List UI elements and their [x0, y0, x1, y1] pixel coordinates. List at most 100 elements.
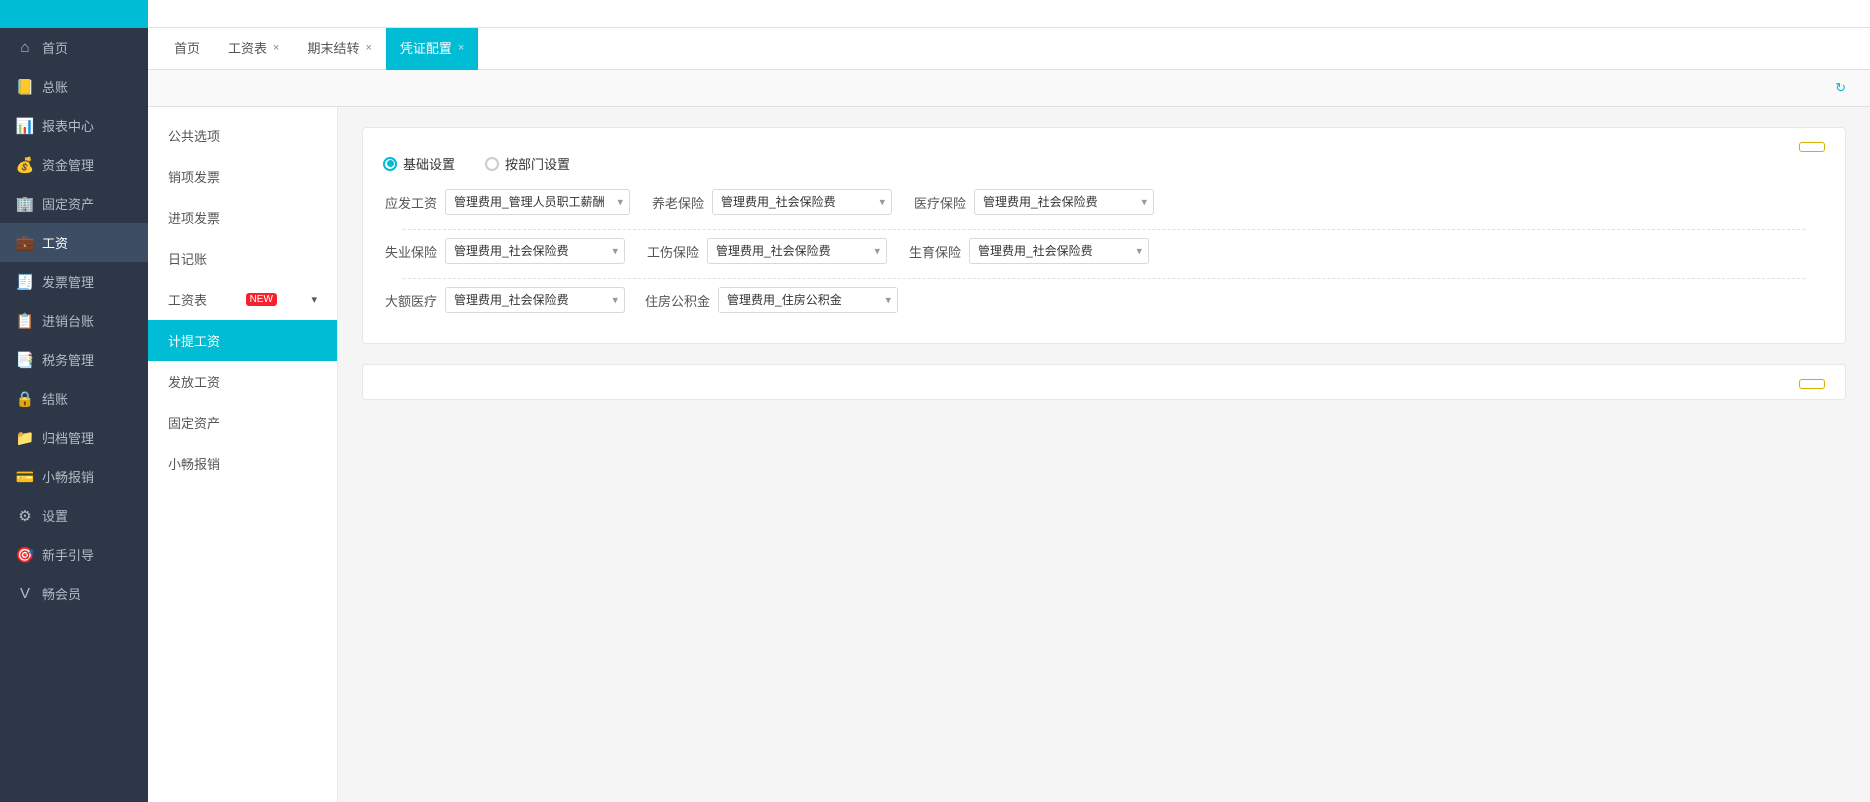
sidebar-item-purchase-sales[interactable]: 📋进销台账 — [0, 301, 148, 340]
tab-label-period-closing: 期末结转 — [307, 38, 359, 57]
sidebar-item-archive-mgmt[interactable]: 📁归档管理 — [0, 418, 148, 457]
select-wrapper-0-1: 管理费用_社会保险费 — [712, 189, 892, 215]
tax-mgmt-icon: 📑 — [16, 351, 34, 369]
form-select-0-1[interactable]: 管理费用_社会保险费 — [712, 189, 892, 215]
radio-circle-dept — [485, 157, 499, 171]
fixed-assets-icon: 🏢 — [16, 195, 34, 213]
sidebar-item-reports[interactable]: 📊报表中心 — [0, 106, 148, 145]
left-menu-label-journal: 日记账 — [168, 249, 207, 268]
tab-close-voucher-config[interactable]: × — [458, 42, 464, 54]
form-select-2-1[interactable]: 管理费用_住房公积金 — [718, 287, 898, 313]
content-area: 公共选项销项发票进项发票日记账工资表NEW▾ 计提工资发放工资固定资产小畅报销 基… — [148, 107, 1870, 802]
sidebar-item-home[interactable]: ⌂ 首页 — [0, 28, 148, 67]
closing-icon: 🔒 — [16, 390, 34, 408]
sidebar-item-invoice-mgmt[interactable]: 🧾发票管理 — [0, 262, 148, 301]
sidebar-item-xiaochang-expense[interactable]: 💳 小畅报销 — [0, 457, 148, 496]
tab-close-salary-table[interactable]: × — [273, 42, 279, 54]
sidebar-item-fixed-assets[interactable]: 🏢固定资产 — [0, 184, 148, 223]
sidebar-label-archive-mgmt: 归档管理 — [42, 428, 94, 447]
credit-section — [362, 364, 1846, 400]
radio-circle-basic — [383, 157, 397, 171]
sidebar-label-guide: 新手引导 — [42, 545, 94, 564]
sidebar-label-tax-mgmt: 税务管理 — [42, 350, 94, 369]
sidebar-item-guide[interactable]: 🎯新手引导 — [0, 535, 148, 574]
radio-option-basic[interactable]: 基础设置 — [383, 154, 455, 173]
sidebar-label-home: 首页 — [42, 38, 68, 57]
select-wrapper-2-0: 管理费用_社会保险费 — [445, 287, 625, 313]
sidebar-item-tax-mgmt[interactable]: 📑 税务管理 — [0, 340, 148, 379]
radio-option-dept[interactable]: 按部门设置 — [485, 154, 570, 173]
left-menu-item-salary-table[interactable]: 工资表NEW▾ — [148, 279, 337, 320]
settings-icon: ⚙ — [16, 507, 34, 525]
sidebar-item-closing[interactable]: 🔒结账 — [0, 379, 148, 418]
left-menu-item-fixed-assets-sub[interactable]: 固定资产 — [148, 402, 337, 443]
debit-form-rows: 应发工资 管理费用_管理人员职工薪酬 养老保险 管理费用_社会保险费 医疗保险 … — [363, 189, 1845, 343]
debit-section-top — [363, 128, 1845, 154]
sidebar-nav: ⌂ 首页 📒总账📊报表中心 💰 资金管理 🏢固定资产 💼 工资 🧾发票管理📋进销台账 📑 税务管理 🔒… — [0, 28, 148, 802]
select-wrapper-2-1: 管理费用_住房公积金 — [718, 287, 898, 313]
radio-label-basic: 基础设置 — [403, 154, 455, 173]
form-select-0-2[interactable]: 管理费用_社会保险费 — [974, 189, 1154, 215]
left-menu-item-accrual-salary[interactable]: 计提工资 — [148, 320, 337, 361]
left-menu-item-public-options[interactable]: 公共选项 — [148, 115, 337, 156]
sidebar-label-purchase-sales: 进销台账 — [42, 311, 94, 330]
left-menu: 公共选项销项发票进项发票日记账工资表NEW▾ 计提工资发放工资固定资产小畅报销 — [148, 107, 338, 802]
form-label-2-0: 大额医疗 — [383, 291, 437, 310]
sidebar-item-general-ledger[interactable]: 📒总账 — [0, 67, 148, 106]
radio-label-dept: 按部门设置 — [505, 154, 570, 173]
sidebar-label-payroll: 工资 — [42, 233, 68, 252]
left-menu-item-journal[interactable]: 日记账 — [148, 238, 337, 279]
arrow-salary-table: ▾ — [311, 293, 317, 306]
left-menu-item-xiaochang-expense-sub[interactable]: 小畅报销 — [148, 443, 337, 484]
reports-icon: 📊 — [16, 117, 34, 135]
sidebar-label-xiaochang-expense: 小畅报销 — [42, 467, 94, 486]
sidebar-item-payroll[interactable]: 💼 工资 — [0, 223, 148, 262]
debit-section: 基础设置 按部门设置 应发工资 管理费用_管理人员职工薪酬 养老保险 管理费用_社… — [362, 127, 1846, 344]
left-menu-label-sales-invoice: 销项发票 — [168, 167, 220, 186]
left-menu-item-sales-invoice[interactable]: 销项发票 — [148, 156, 337, 197]
sidebar-item-member[interactable]: V畅会员 — [0, 574, 148, 613]
form-label-1-0: 失业保险 — [383, 242, 437, 261]
funds-icon: 💰 — [16, 156, 34, 174]
left-menu-item-purchase-invoice[interactable]: 进项发票 — [148, 197, 337, 238]
left-menu-label-salary-table: 工资表 — [168, 290, 207, 309]
tab-label-salary-table: 工资表 — [228, 38, 267, 57]
sidebar-label-member: 畅会员 — [42, 584, 81, 603]
tab-salary-table[interactable]: 工资表 × — [214, 28, 293, 70]
sidebar-item-funds[interactable]: 💰 资金管理 — [0, 145, 148, 184]
tab-home[interactable]: 首页 — [160, 28, 214, 70]
divider-1 — [403, 278, 1805, 279]
tab-label-voucher-config: 凭证配置 — [400, 38, 452, 57]
home-icon: ⌂ — [16, 39, 34, 57]
sidebar-label-invoice-mgmt: 发票管理 — [42, 272, 94, 291]
form-select-2-0[interactable]: 管理费用_社会保险费 — [445, 287, 625, 313]
form-label-1-1: 工伤保险 — [645, 242, 699, 261]
sidebar-item-settings[interactable]: ⚙设置 — [0, 496, 148, 535]
tab-voucher-config[interactable]: 凭证配置 × — [386, 28, 478, 70]
left-menu-label-public-options: 公共选项 — [168, 126, 220, 145]
select-wrapper-1-1: 管理费用_社会保险费 — [707, 238, 887, 264]
tab-close-period-closing[interactable]: × — [365, 42, 371, 54]
form-select-0-0[interactable]: 管理费用_管理人员职工薪酬 — [445, 189, 630, 215]
form-select-1-1[interactable]: 管理费用_社会保险费 — [707, 238, 887, 264]
select-wrapper-0-0: 管理费用_管理人员职工薪酬 — [445, 189, 630, 215]
form-field-1-1: 工伤保险 管理费用_社会保险费 — [645, 238, 887, 264]
left-menu-item-pay-salary[interactable]: 发放工资 — [148, 361, 337, 402]
form-field-2-1: 住房公积金 管理费用_住房公积金 — [645, 287, 898, 313]
sidebar-label-funds: 资金管理 — [42, 155, 94, 174]
refresh-button[interactable]: ↻ — [1835, 80, 1850, 96]
tab-period-closing[interactable]: 期末结转 × — [293, 28, 385, 70]
xiaochang-expense-icon: 💳 — [16, 468, 34, 486]
form-field-1-2: 生育保险 管理费用_社会保险费 — [907, 238, 1149, 264]
debit-auto-match-button[interactable] — [1799, 142, 1825, 152]
select-wrapper-1-0: 管理费用_社会保险费 — [445, 238, 625, 264]
form-label-2-1: 住房公积金 — [645, 291, 710, 310]
form-select-1-2[interactable]: 管理费用_社会保险费 — [969, 238, 1149, 264]
left-menu-label-accrual-salary: 计提工资 — [168, 331, 220, 350]
form-label-1-2: 生育保险 — [907, 242, 961, 261]
payroll-icon: 💼 — [16, 234, 34, 252]
credit-auto-match-button[interactable] — [1799, 379, 1825, 389]
topbar — [148, 0, 1870, 28]
left-menu-label-purchase-invoice: 进项发票 — [168, 208, 220, 227]
form-select-1-0[interactable]: 管理费用_社会保险费 — [445, 238, 625, 264]
